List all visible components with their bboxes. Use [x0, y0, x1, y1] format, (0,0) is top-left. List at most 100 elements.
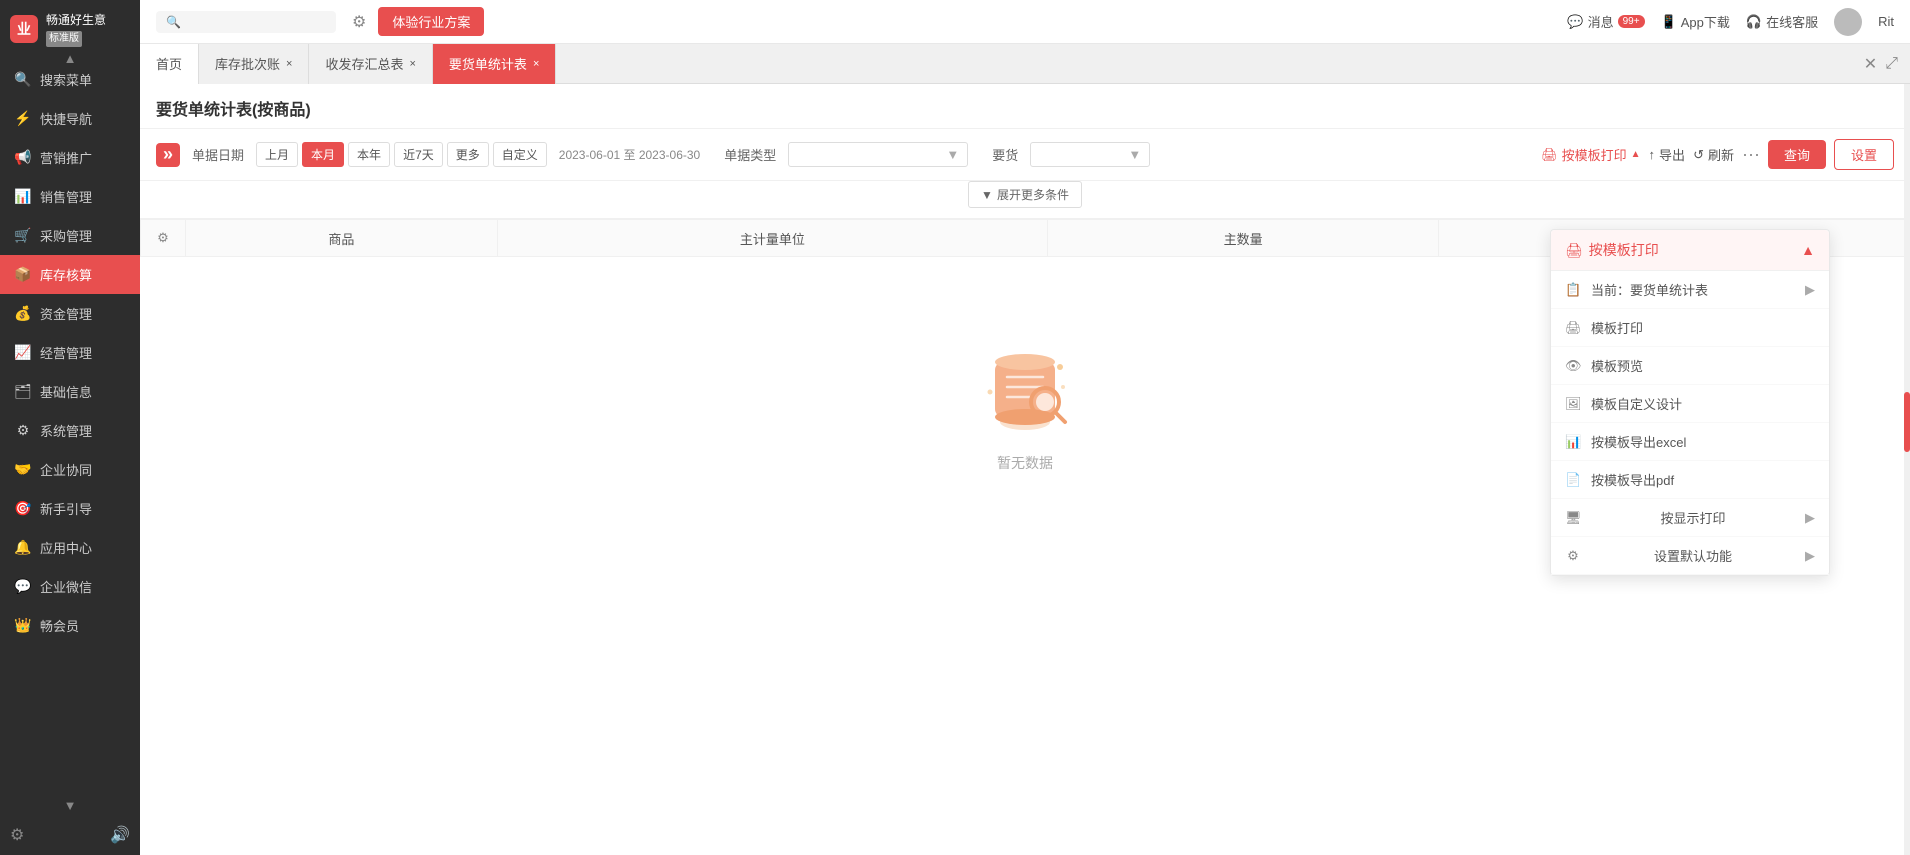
date-btn-custom[interactable]: 自定义: [493, 142, 547, 167]
query-btn[interactable]: 查询: [1768, 140, 1826, 169]
display-print-arrow: ▶: [1805, 510, 1815, 526]
current-arrow-icon: ▶: [1805, 282, 1815, 298]
empty-text: 暂无数据: [997, 453, 1053, 473]
dropdown-item-default-func[interactable]: ⚙ 设置默认功能 ▶: [1551, 537, 1829, 575]
dropdown-item-export-excel[interactable]: 📊 按模板导出excel: [1551, 423, 1829, 461]
dropdown-item-template-preview[interactable]: 👁 模板预览: [1551, 347, 1829, 385]
export-pdf-icon: 📄: [1565, 472, 1581, 488]
sidebar-settings-icon[interactable]: ⚙: [10, 825, 24, 845]
sidebar-item-coop[interactable]: 🤝 企业协同: [0, 450, 140, 489]
expand-more-btn[interactable]: ▼ 展开更多条件: [968, 181, 1082, 208]
sidebar-bottom: ⚙ 🔊: [0, 814, 140, 855]
sidebar-item-wechat[interactable]: 💬 企业微信: [0, 567, 140, 606]
sidebar-item-inventory[interactable]: 📦 库存核算: [0, 255, 140, 294]
dropdown-item-display-print[interactable]: 🖥 按显示打印 ▶: [1551, 499, 1829, 537]
tab-home[interactable]: 首页: [140, 44, 199, 84]
date-filter-group: 上月 本月 本年 近7天 更多 自定义: [256, 142, 547, 167]
date-btn-last-month[interactable]: 上月: [256, 142, 298, 167]
messages-badge: 99+: [1618, 15, 1645, 28]
close-batch-accounts-tab[interactable]: ×: [286, 58, 292, 70]
sidebar-item-finance[interactable]: 💰 资金管理: [0, 294, 140, 333]
user-avatar[interactable]: [1834, 8, 1862, 36]
dropdown-header: 🖨 按模板打印 ▲: [1551, 230, 1829, 271]
goods-filter-select[interactable]: ▼: [1030, 142, 1150, 167]
guide-icon: 🎯: [14, 499, 32, 517]
more-options-btn[interactable]: ···: [1742, 144, 1760, 165]
scrollbar-track: [1904, 84, 1910, 855]
dropdown-close-icon[interactable]: ▲: [1801, 242, 1815, 258]
tabs-bar: 首页 库存批次账 × 收发存汇总表 × 要货单统计表 × ✕ ⤢: [140, 44, 1910, 84]
display-print-icon: 🖥: [1565, 510, 1581, 526]
sidebar-item-system[interactable]: ⚙ 系统管理: [0, 411, 140, 450]
search-input[interactable]: [185, 15, 305, 29]
tabs-right-actions: ✕ ⤢: [1864, 54, 1910, 74]
sidebar-item-quick-nav[interactable]: ⚡ 快捷导航: [0, 99, 140, 138]
tab-receipt-summary[interactable]: 收发存汇总表 ×: [309, 44, 432, 84]
download-icon: 📱: [1661, 14, 1677, 30]
date-filter-label: 单据日期: [192, 145, 244, 164]
dropdown-item-export-pdf[interactable]: 📄 按模板导出pdf: [1551, 461, 1829, 499]
scroll-down-indicator[interactable]: ▼: [0, 795, 140, 815]
topbar-search-box[interactable]: 🔍: [156, 11, 336, 33]
topbar: 🔍 ⚙ 体验行业方案 💬 消息 99+ 📱 App下载 🎧 在线客服 Rit: [140, 0, 1910, 44]
messages-btn[interactable]: 💬 消息 99+: [1567, 12, 1644, 31]
filter-expand-button[interactable]: »: [156, 143, 180, 167]
print-arrow-icon: ▲: [1631, 149, 1641, 160]
finance-icon: 💰: [14, 304, 32, 322]
export-btn[interactable]: ↑ 导出: [1649, 145, 1686, 164]
online-service-btn[interactable]: 🎧 在线客服: [1746, 12, 1818, 31]
search-icon: 🔍: [14, 70, 32, 88]
type-select-arrow: ▼: [946, 147, 959, 162]
type-filter-label: 单据类型: [724, 145, 776, 164]
dropdown-item-template-custom[interactable]: 🖼 模板自定义设计: [1551, 385, 1829, 423]
sidebar-item-sales[interactable]: 📊 销售管理: [0, 177, 140, 216]
date-btn-current-year[interactable]: 本年: [348, 142, 390, 167]
sidebar-nav: 🔍 搜索菜单 ⚡ 快捷导航 📢 营销推广 📊 销售管理 🛒 采购管理 📦 库存核…: [0, 60, 140, 814]
sidebar-audio-icon[interactable]: 🔊: [110, 825, 130, 845]
goods-select-arrow: ▼: [1128, 147, 1141, 162]
experience-btn[interactable]: 体验行业方案: [378, 7, 484, 36]
sidebar-item-basic[interactable]: 🗂 基础信息: [0, 372, 140, 411]
sidebar-item-purchase[interactable]: 🛒 采购管理: [0, 216, 140, 255]
date-btn-more[interactable]: 更多: [447, 142, 489, 167]
close-receipt-summary-tab[interactable]: ×: [409, 58, 415, 70]
print-template-btn[interactable]: 🖨 按模板打印 ▲: [1541, 145, 1640, 164]
settings-btn[interactable]: 设置: [1834, 139, 1894, 170]
sidebar-item-member[interactable]: 👑 畅会员: [0, 606, 140, 645]
basic-icon: 🗂: [14, 382, 32, 400]
sidebar-item-guide[interactable]: 🎯 新手引导: [0, 489, 140, 528]
template-preview-icon: 👁: [1565, 358, 1581, 374]
type-filter-select[interactable]: ▼: [788, 142, 968, 167]
dropdown-item-template-print[interactable]: 🖨 模板打印: [1551, 309, 1829, 347]
service-icon: 🎧: [1746, 14, 1762, 30]
user-name: Rit: [1878, 14, 1894, 29]
app-download-btn[interactable]: 📱 App下载: [1661, 12, 1730, 31]
sidebar: 业 畅通好生意 标准版 ▲ 🔍 搜索菜单 ⚡ 快捷导航 📢 营销推广 📊 销售管…: [0, 0, 140, 855]
topbar-right: 💬 消息 99+ 📱 App下载 🎧 在线客服 Rit: [1567, 8, 1894, 36]
sidebar-item-appstore[interactable]: 🔔 应用中心: [0, 528, 140, 567]
refresh-icon: ↺: [1693, 147, 1704, 163]
default-func-icon: ⚙: [1565, 548, 1581, 564]
settings-gear-icon[interactable]: ⚙: [352, 12, 366, 32]
expand-tab-btn[interactable]: ⤢: [1885, 55, 1898, 73]
close-tab-btn[interactable]: ✕: [1864, 54, 1877, 74]
empty-icon: [975, 337, 1075, 437]
goods-filter-label: 要货: [992, 145, 1018, 164]
sidebar-item-operation[interactable]: 📈 经营管理: [0, 333, 140, 372]
filter-row2: ▼ 展开更多条件: [140, 181, 1910, 219]
date-btn-7days[interactable]: 近7天: [394, 142, 443, 167]
close-order-stats-tab[interactable]: ×: [533, 58, 539, 70]
date-btn-current-month[interactable]: 本月: [302, 142, 344, 167]
tab-batch-accounts[interactable]: 库存批次账 ×: [199, 44, 309, 84]
tab-order-stats[interactable]: 要货单统计表 ×: [433, 44, 556, 84]
sidebar-item-marketing[interactable]: 📢 营销推广: [0, 138, 140, 177]
scrollbar-thumb[interactable]: [1904, 392, 1910, 452]
print-template-dropdown: 🖨 按模板打印 ▲ 📋 当前：要货单统计表 ▶ 🖨 模板打印 👁 模板预览 🖼: [1550, 229, 1830, 576]
table-settings-icon[interactable]: ⚙: [153, 228, 173, 248]
sales-icon: 📊: [14, 187, 32, 205]
quick-nav-icon: ⚡: [14, 109, 32, 127]
topbar-actions: ⚙: [352, 12, 366, 32]
scroll-up-indicator[interactable]: ▲: [0, 48, 140, 68]
dropdown-item-current[interactable]: 📋 当前：要货单统计表 ▶: [1551, 271, 1829, 309]
refresh-btn[interactable]: ↺ 刷新: [1693, 145, 1734, 164]
